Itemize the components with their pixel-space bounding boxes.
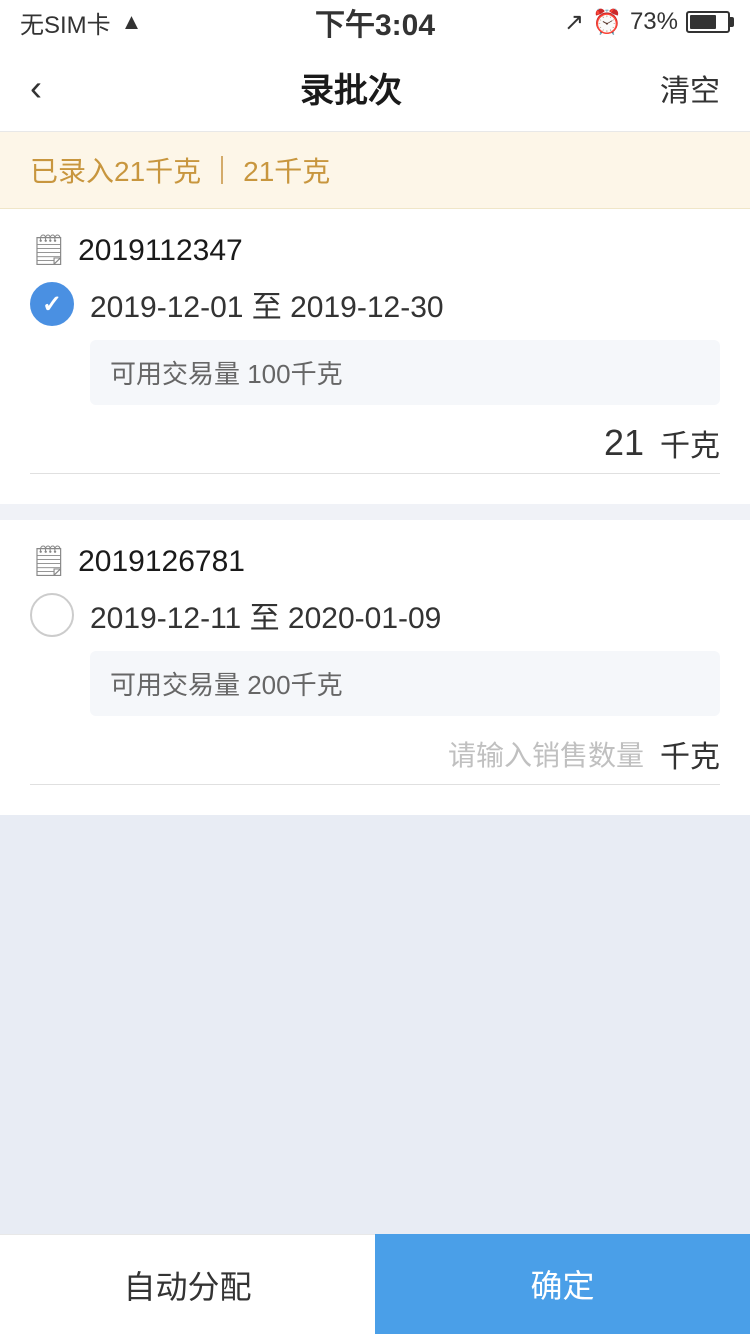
page-title: 录批次	[300, 63, 402, 112]
status-left: 无SIM卡 ▲	[20, 5, 142, 40]
check-mark-1: ✓	[42, 290, 62, 319]
quantity-input-1[interactable]	[444, 422, 644, 464]
bottom-bar: 自动分配 确定	[0, 1234, 750, 1334]
back-button[interactable]: ‹	[30, 67, 42, 109]
empty-area	[0, 815, 750, 1295]
doc-icon-2: 🗒	[30, 544, 68, 579]
batch-date-2: 2019-12-11 至 2020-01-09	[90, 593, 441, 637]
info-divider	[221, 156, 223, 184]
doc-icon-1: 🗒	[30, 233, 68, 268]
batch-available-2: 可用交易量 200千克	[90, 651, 720, 716]
batch-header-2: 🗒 2019126781	[30, 544, 720, 579]
confirm-button[interactable]: 确定	[375, 1234, 750, 1334]
status-bar: 无SIM卡 ▲ 下午3:04 ↗ ⏰ 73%	[0, 0, 750, 44]
batch-available-1: 可用交易量 100千克	[90, 340, 720, 405]
status-right: ↗ ⏰ 73%	[564, 8, 730, 37]
alarm-icon: ⏰	[592, 8, 622, 37]
carrier-text: 无SIM卡	[20, 5, 111, 40]
battery-percent: 73%	[630, 8, 678, 36]
batch-id-2: 2019126781	[78, 545, 245, 579]
info-banner: 已录入21千克 21千克	[0, 132, 750, 209]
status-time: 下午3:04	[315, 0, 435, 44]
auto-distribute-button[interactable]: 自动分配	[0, 1234, 375, 1334]
batch-id-1: 2019112347	[78, 234, 243, 268]
clear-button[interactable]: 清空	[660, 66, 720, 110]
unit-1: 千克	[660, 421, 720, 465]
wifi-icon: ▲	[121, 9, 143, 35]
batch-item-1: 🗒 2019112347 ✓ 2019-12-01 至 2019-12-30 可…	[0, 209, 750, 504]
amount-value: 21千克	[243, 150, 330, 190]
batch-date-1: 2019-12-01 至 2019-12-30	[90, 282, 444, 326]
gps-icon: ↗	[564, 8, 584, 37]
recorded-amount: 已录入21千克	[30, 150, 201, 190]
radio-2[interactable]	[30, 593, 74, 637]
nav-bar: ‹ 录批次 清空	[0, 44, 750, 132]
quantity-placeholder-2: 请输入销售数量	[30, 734, 644, 774]
radio-1[interactable]: ✓	[30, 282, 74, 326]
batch-item-2: 🗒 2019126781 2019-12-11 至 2020-01-09 可用交…	[0, 520, 750, 815]
batch-row-1[interactable]: ✓ 2019-12-01 至 2019-12-30	[30, 282, 720, 326]
unit-2: 千克	[660, 732, 720, 776]
batch-header-1: 🗒 2019112347	[30, 233, 720, 268]
batch-quantity-row-1: 千克	[30, 421, 720, 474]
content-area: 已录入21千克 21千克 🗒 2019112347 ✓ 2019-12-01 至…	[0, 132, 750, 1295]
battery-icon	[686, 11, 730, 33]
batch-row-2[interactable]: 2019-12-11 至 2020-01-09	[30, 593, 720, 637]
batch-quantity-row-2: 请输入销售数量 千克	[30, 732, 720, 785]
